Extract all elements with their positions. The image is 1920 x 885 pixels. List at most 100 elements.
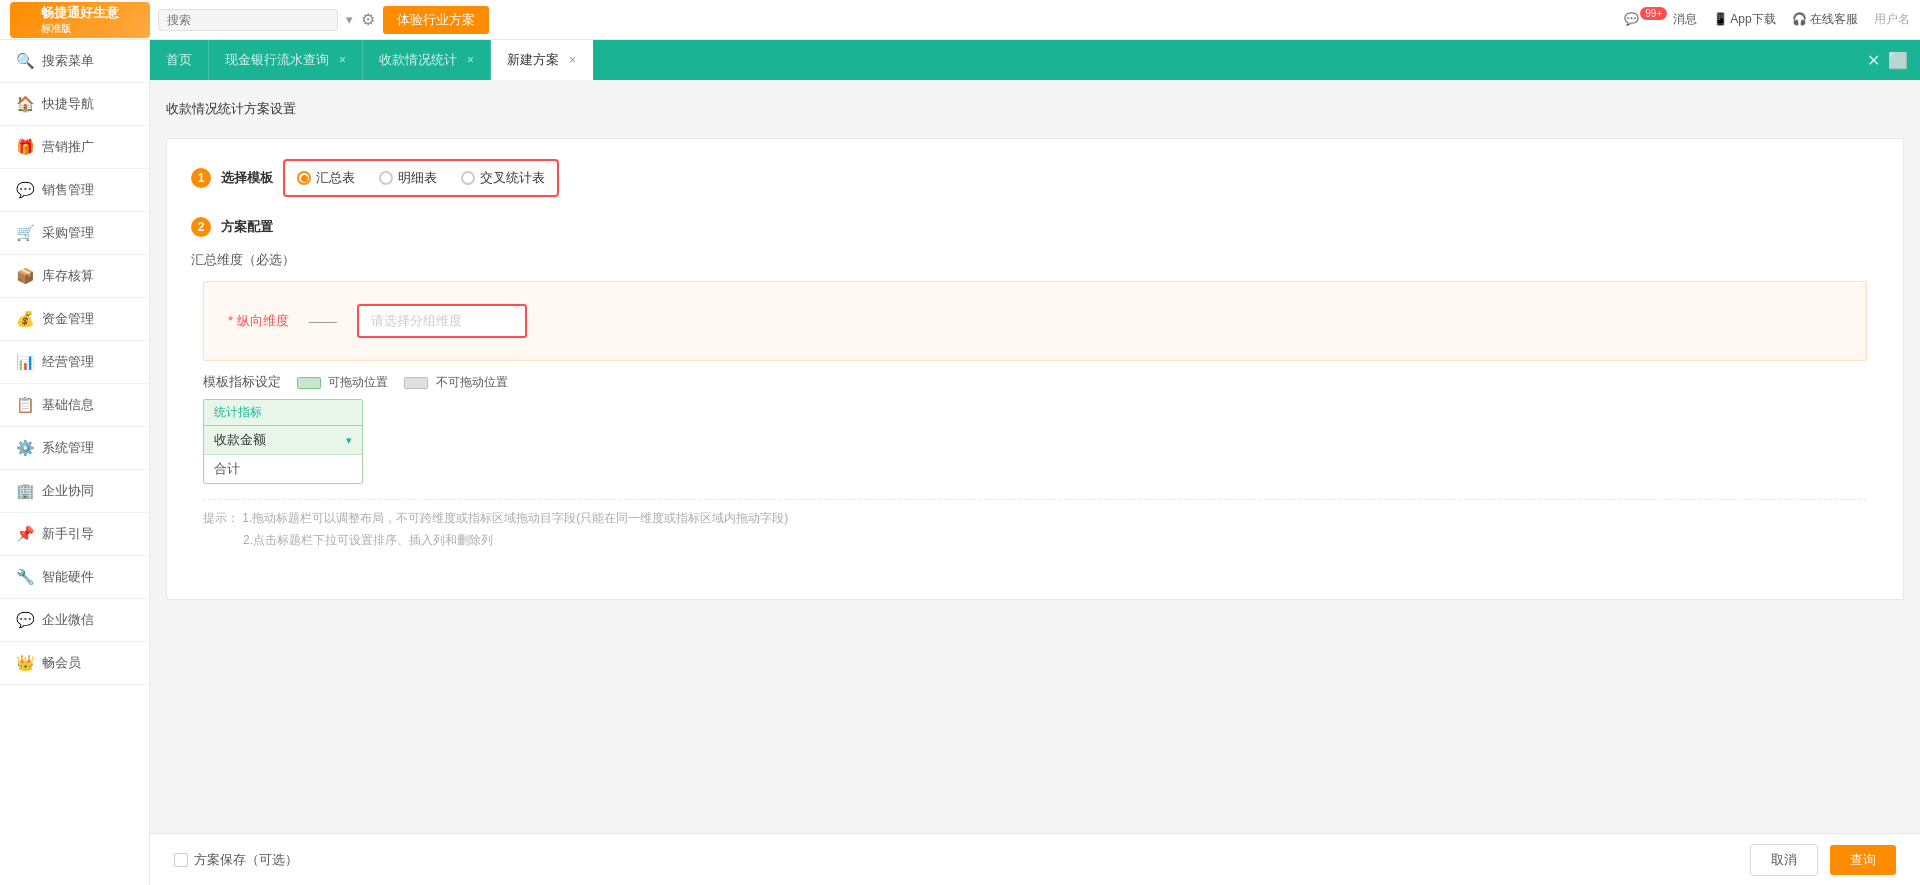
messages-label: 消息 [1673, 12, 1697, 26]
radio-summary[interactable]: 汇总表 [297, 169, 355, 187]
sidebar-item-inventory[interactable]: 📦 库存核算 [0, 255, 149, 298]
step2-header: 2 方案配置 [191, 217, 1879, 237]
messages-badge: 99+ [1640, 7, 1667, 20]
guide-icon: 📌 [16, 525, 34, 543]
dropdown-icon[interactable]: ▾ [346, 12, 353, 27]
tab-new-scheme-close[interactable]: × [569, 53, 576, 67]
sidebar-item-label: 资金管理 [42, 310, 94, 328]
search-menu-icon: 🔍 [16, 52, 34, 70]
top-bar: 畅捷通好生意 标准版 ▾ ⚙ 体验行业方案 💬 99+ 消息 📱 App下载 🎧… [0, 0, 1920, 40]
sales-icon: 💬 [16, 181, 34, 199]
tab-receipt-stats-label: 收款情况统计 [379, 51, 457, 69]
movable-indicator [297, 377, 321, 389]
hardware-icon: 🔧 [16, 568, 34, 586]
inventory-icon: 📦 [16, 267, 34, 285]
sidebar-item-hardware[interactable]: 🔧 智能硬件 [0, 556, 149, 599]
sidebar-item-quick-nav[interactable]: 🏠 快捷导航 [0, 83, 149, 126]
search-input[interactable] [158, 9, 338, 31]
immovable-indicator [404, 377, 428, 389]
user-info[interactable]: 用户名 [1874, 11, 1910, 28]
tab-new-scheme[interactable]: 新建方案 × [491, 40, 593, 80]
tab-bar-right: ✕ ⬜ [1867, 51, 1920, 70]
sidebar-item-label: 畅会员 [42, 654, 81, 672]
sidebar-item-finance[interactable]: 💰 资金管理 [0, 298, 149, 341]
messages-item[interactable]: 💬 99+ 消息 [1624, 11, 1697, 28]
tab-home[interactable]: 首页 [150, 40, 209, 80]
radio-cross[interactable]: 交叉统计表 [461, 169, 545, 187]
step2-badge: 2 [191, 217, 211, 237]
cancel-button[interactable]: 取消 [1750, 844, 1818, 876]
radio-summary-circle [297, 171, 311, 185]
page-content: 收款情况统计方案设置 1 选择模板 汇总表 [150, 80, 1920, 833]
download-label: App下载 [1730, 12, 1775, 26]
save-scheme-checkbox-label[interactable]: 方案保存（可选） [174, 851, 298, 869]
service-label: 在线客服 [1810, 12, 1858, 26]
message-icon: 💬 [1624, 12, 1639, 26]
sidebar-item-label: 快捷导航 [42, 95, 94, 113]
tab-new-scheme-label: 新建方案 [507, 51, 559, 69]
service-item[interactable]: 🎧 在线客服 [1792, 11, 1858, 28]
metrics-settings-row: 模板指标设定 可拖动位置 不可拖动位置 [203, 373, 1867, 391]
metrics-category-label: 统计指标 [204, 400, 362, 426]
dropdown-chevron[interactable]: ▾ [346, 434, 352, 447]
tip-line1: 提示： 1.拖动标题栏可以调整布局，不可跨维度或指标区域拖动目字段(只能在同一维… [203, 508, 1867, 530]
save-scheme-checkbox[interactable] [174, 853, 188, 867]
sidebar-item-guide[interactable]: 📌 新手引导 [0, 513, 149, 556]
dimension-area: * 纵向维度 —— 请选择分组维度 [203, 281, 1867, 361]
settings-icon[interactable]: ⚙ [361, 10, 375, 29]
finance-icon: 💰 [16, 310, 34, 328]
tab-bar: 首页 现金银行流水查询 × 收款情况统计 × 新建方案 × ✕ ⬜ [150, 40, 1920, 80]
metrics-settings-label: 模板指标设定 [203, 374, 281, 389]
dimension-title-text: 汇总维度（必选） [191, 252, 295, 267]
content-area: 首页 现金银行流水查询 × 收款情况统计 × 新建方案 × ✕ ⬜ 收款情况统计… [150, 40, 1920, 885]
query-button[interactable]: 查询 [1830, 845, 1896, 875]
purchase-icon: 🛒 [16, 224, 34, 242]
download-icon: 📱 [1713, 12, 1728, 26]
sidebar: 🔍 搜索菜单 🏠 快捷导航 🎁 营销推广 💬 销售管理 🛒 采购管理 📦 库存核… [0, 40, 150, 885]
close-window-icon[interactable]: ✕ [1867, 51, 1880, 70]
save-scheme-label: 方案保存（可选） [194, 851, 298, 869]
sidebar-item-purchase[interactable]: 🛒 采购管理 [0, 212, 149, 255]
sidebar-item-sys-mgmt[interactable]: ⚙️ 系统管理 [0, 427, 149, 470]
tab-receipt-stats-close[interactable]: × [467, 53, 474, 67]
metrics-table-wrapper: 统计指标 收款金额 ▾ 合计 [203, 399, 1867, 487]
radio-cross-label: 交叉统计表 [480, 169, 545, 187]
trial-button[interactable]: 体验行业方案 [383, 6, 489, 34]
tab-cash-flow[interactable]: 现金银行流水查询 × [209, 40, 363, 80]
operations-icon: 📊 [16, 353, 34, 371]
service-icon: 🎧 [1792, 12, 1807, 26]
radio-detail[interactable]: 明细表 [379, 169, 437, 187]
basic-info-icon: 📋 [16, 396, 34, 414]
sidebar-item-label: 新手引导 [42, 525, 94, 543]
sidebar-item-marketing[interactable]: 🎁 营销推广 [0, 126, 149, 169]
tab-cash-flow-close[interactable]: × [339, 53, 346, 67]
step1-title: 选择模板 [221, 169, 273, 187]
sidebar-item-basic-info[interactable]: 📋 基础信息 [0, 384, 149, 427]
sidebar-item-wechat[interactable]: 💬 企业微信 [0, 599, 149, 642]
sidebar-item-corp[interactable]: 🏢 企业协同 [0, 470, 149, 513]
sidebar-item-label: 企业协同 [42, 482, 94, 500]
sidebar-item-operations[interactable]: 📊 经营管理 [0, 341, 149, 384]
metrics-table: 统计指标 收款金额 ▾ 合计 [203, 399, 363, 484]
step2-section: 2 方案配置 汇总维度（必选） * 纵向维度 —— 请选择分组维度 [191, 217, 1879, 559]
maximize-icon[interactable]: ⬜ [1888, 51, 1908, 70]
sys-mgmt-icon: ⚙️ [16, 439, 34, 457]
sidebar-item-member[interactable]: 👑 畅会员 [0, 642, 149, 685]
download-item[interactable]: 📱 App下载 [1713, 11, 1776, 28]
step2-title: 方案配置 [221, 218, 273, 236]
tab-receipt-stats[interactable]: 收款情况统计 × [363, 40, 491, 80]
sidebar-item-sales[interactable]: 💬 销售管理 [0, 169, 149, 212]
step1-section: 1 选择模板 汇总表 明细表 [191, 159, 1879, 197]
vertical-dim-label: * 纵向维度 [228, 312, 289, 330]
metrics-header-row: 收款金额 ▾ [204, 426, 362, 455]
sidebar-item-label: 经营管理 [42, 353, 94, 371]
sidebar-item-search-menu[interactable]: 🔍 搜索菜单 [0, 40, 149, 83]
sidebar-item-label: 销售管理 [42, 181, 94, 199]
bottom-bar: 方案保存（可选） 取消 查询 [150, 833, 1920, 885]
main-layout: 🔍 搜索菜单 🏠 快捷导航 🎁 营销推广 💬 销售管理 🛒 采购管理 📦 库存核… [0, 40, 1920, 885]
total-label: 合计 [214, 461, 240, 476]
column-header-text: 收款金额 [214, 431, 266, 449]
dimension-dropdown[interactable]: 请选择分组维度 [357, 304, 527, 338]
sidebar-item-label: 基础信息 [42, 396, 94, 414]
dimension-section-title: 汇总维度（必选） [191, 251, 1879, 269]
